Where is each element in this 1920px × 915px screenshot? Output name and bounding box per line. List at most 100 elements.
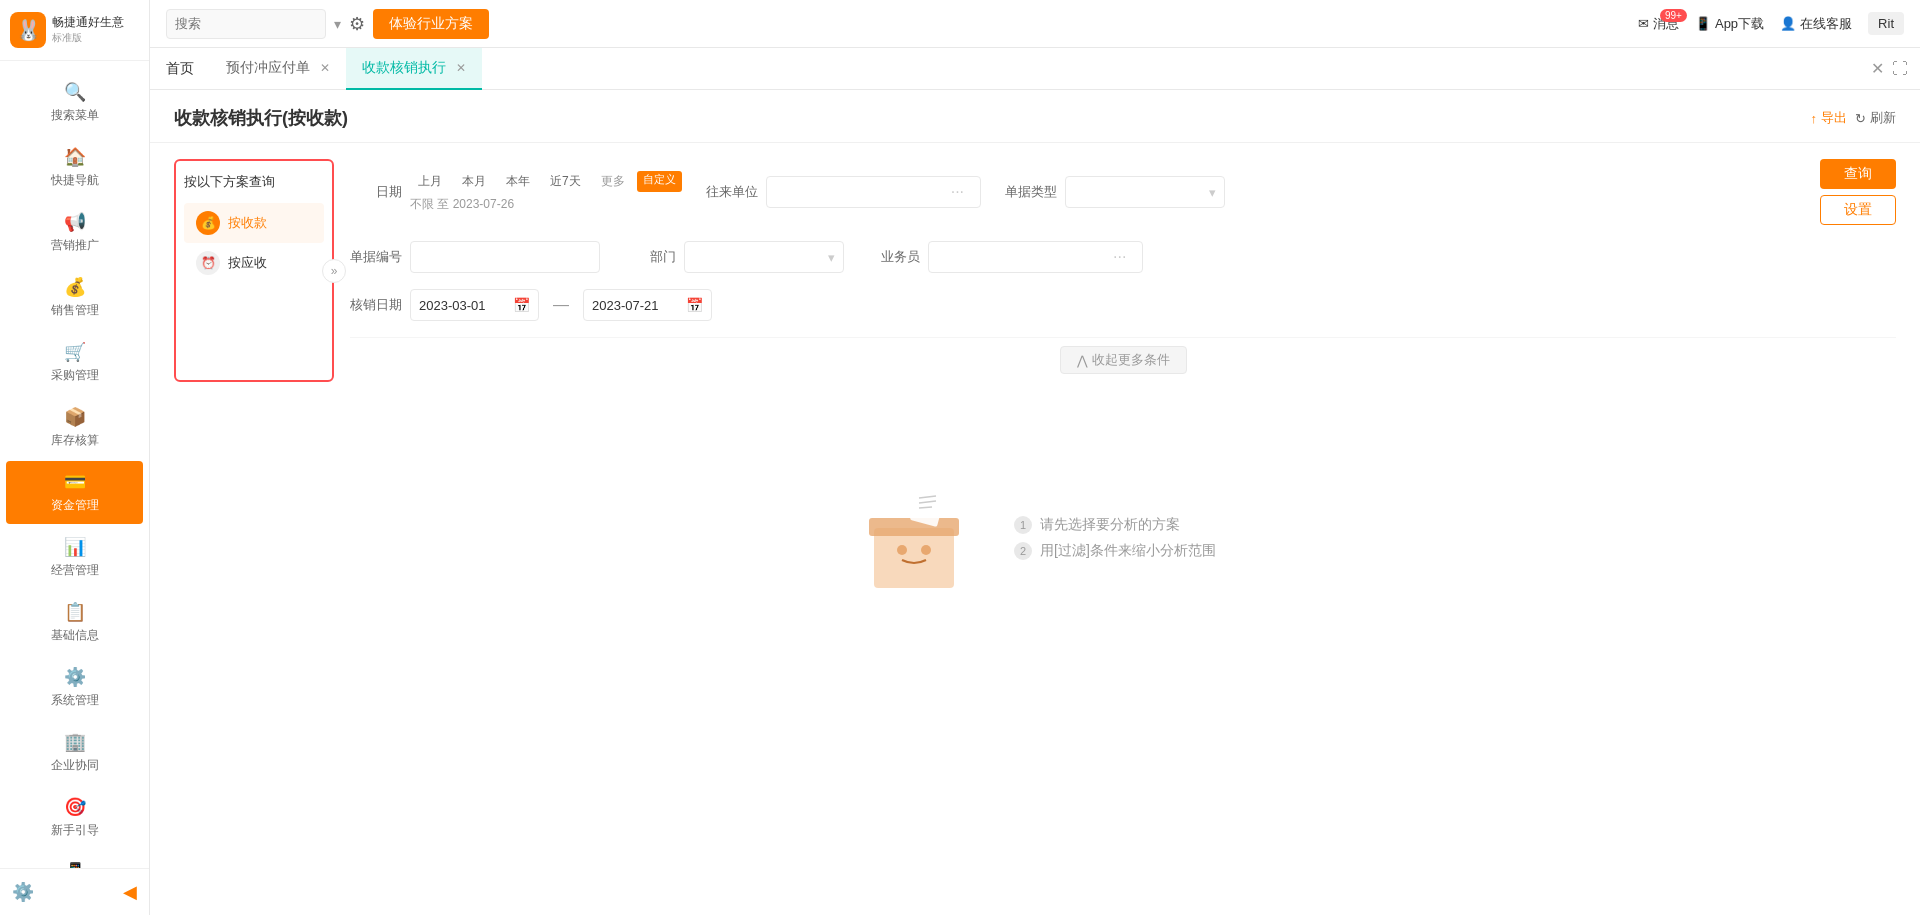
sidebar-item-inventory[interactable]: 📦 库存核算	[6, 396, 143, 459]
doc-type-select[interactable]: ▾	[1065, 176, 1225, 208]
sidebar-item-sales[interactable]: 💰 销售管理	[6, 266, 143, 329]
setting-button[interactable]: 设置	[1820, 195, 1896, 225]
partner-input[interactable]	[775, 185, 943, 200]
tab-prepay-close-icon[interactable]: ✕	[320, 61, 330, 75]
calendar-start-icon[interactable]: 📅	[513, 297, 530, 313]
export-button[interactable]: ↑ 导出	[1811, 109, 1848, 127]
sidebar-item-system[interactable]: ⚙️ 系统管理	[6, 656, 143, 719]
logo-icon: 🐰	[10, 12, 46, 48]
system-icon: ⚙️	[64, 666, 86, 688]
date-tab-7days[interactable]: 近7天	[542, 171, 589, 192]
dropdown-chevron-icon[interactable]: ▾	[334, 16, 341, 32]
filter-row-2: 单据编号 部门 ▾ 业务员	[350, 241, 1896, 273]
date-tab-more[interactable]: 更多	[593, 171, 633, 192]
date-tabs: 上月 本月 本年 近7天 更多 自定义	[410, 171, 682, 192]
filter-option-by-receivable[interactable]: ⏰ 按应收	[184, 243, 324, 283]
partner-more-icon[interactable]: ···	[943, 183, 972, 201]
app-download-button[interactable]: 📱 App下载	[1695, 15, 1764, 33]
staff-more-icon[interactable]: ···	[1105, 248, 1134, 266]
date-custom-badge[interactable]: 自定义	[637, 171, 682, 192]
staff-label: 业务员	[868, 248, 920, 266]
sidebar-item-hardware[interactable]: 📱 智能硬件	[6, 851, 143, 868]
home-icon: 🏠	[64, 146, 86, 168]
sidebar-item-marketing[interactable]: 📢 营销推广	[6, 201, 143, 264]
verify-date-end-wrap: 📅	[583, 289, 712, 321]
app-download-label: App下载	[1715, 15, 1764, 33]
industry-solution-button[interactable]: 体验行业方案	[373, 9, 489, 39]
sidebar-item-purchase[interactable]: 🛒 采购管理	[6, 331, 143, 394]
date-label: 日期	[350, 183, 402, 201]
online-service-button[interactable]: 👤 在线客服	[1780, 15, 1852, 33]
purchase-icon: 🛒	[64, 341, 86, 363]
empty-hint-2: 2 用[过滤]条件来缩小分析范围	[1014, 542, 1216, 560]
calendar-end-icon[interactable]: 📅	[686, 297, 703, 313]
verify-date-end-input[interactable]	[592, 298, 682, 313]
tab-prepay[interactable]: 预付冲应付单 ✕	[210, 48, 346, 90]
topbar-left: ▾ ⚙ 体验行业方案	[166, 9, 1626, 39]
sidebar-item-operation[interactable]: 📊 经营管理	[6, 526, 143, 589]
date-tab-this-month[interactable]: 本月	[454, 171, 494, 192]
tab-home[interactable]: 首页	[150, 48, 210, 90]
service-icon: 👤	[1780, 16, 1796, 31]
settings-icon[interactable]: ⚙️	[12, 881, 34, 903]
sidebar-item-search[interactable]: 🔍 搜索菜单	[6, 71, 143, 134]
doc-type-field: 单据类型 ▾	[1005, 176, 1225, 208]
filter-row-3: 核销日期 📅 — 📅	[350, 289, 1896, 321]
collapse-sidebar-btn[interactable]: ◀	[123, 881, 137, 903]
inventory-icon: 📦	[64, 406, 86, 428]
dept-select[interactable]: ▾	[684, 241, 844, 273]
step-1-icon: 1	[1014, 516, 1032, 534]
doc-type-label: 单据类型	[1005, 183, 1057, 201]
staff-input[interactable]	[937, 250, 1105, 265]
page-header: 收款核销执行(按收款) ↑ 导出 ↻ 刷新	[150, 90, 1920, 143]
collapse-more-row: ⋀ 收起更多条件	[350, 337, 1896, 382]
date-tab-last-month[interactable]: 上月	[410, 171, 450, 192]
verify-date-start-input[interactable]	[419, 298, 509, 313]
marketing-icon: 📢	[64, 211, 86, 233]
receipt-icon: 💰	[196, 211, 220, 235]
filter-option-receipt-label: 按收款	[228, 214, 267, 232]
verify-date-label: 核销日期	[350, 296, 402, 314]
step-2-icon: 2	[1014, 542, 1032, 560]
receivable-icon: ⏰	[196, 251, 220, 275]
filter-option-receivable-label: 按应收	[228, 254, 267, 272]
phone-icon: 📱	[1695, 16, 1711, 31]
guide-icon: 🎯	[64, 796, 86, 818]
date-field: 日期 上月 本月 本年 近7天 更多 自定义 不限 至	[350, 171, 682, 213]
doc-no-field: 单据编号	[350, 241, 600, 273]
date-tab-this-year[interactable]: 本年	[498, 171, 538, 192]
filter-option-by-receipt[interactable]: 💰 按收款	[184, 203, 324, 243]
tab-collection-label: 收款核销执行	[362, 59, 446, 77]
partner-field: 往来单位 ···	[706, 176, 981, 208]
collab-icon: 🏢	[64, 731, 86, 753]
sidebar-item-guide[interactable]: 🎯 新手引导	[6, 786, 143, 849]
empty-state: 1 请先选择要分析的方案 2 用[过滤]条件来缩小分析范围	[150, 398, 1920, 678]
tabbar-actions: ✕ ⛶	[1871, 59, 1920, 78]
query-button[interactable]: 查询	[1820, 159, 1896, 189]
gear-icon[interactable]: ⚙	[349, 13, 365, 35]
date-unlimited-label: 不限 至 2023-07-26	[410, 196, 682, 213]
collapse-filter-button[interactable]: »	[322, 259, 346, 283]
user-profile[interactable]: Rit	[1868, 12, 1904, 35]
tab-collection-close-icon[interactable]: ✕	[456, 61, 466, 75]
tab-collection[interactable]: 收款核销执行 ✕	[346, 48, 482, 90]
sidebar-bottom: ⚙️ ◀	[0, 868, 149, 915]
empty-svg	[854, 478, 974, 598]
message-button[interactable]: ✉ 消息 99+	[1638, 15, 1679, 33]
username: Rit	[1878, 16, 1894, 31]
operation-icon: 📊	[64, 536, 86, 558]
filter-scheme-panel: 按以下方案查询 💰 按收款 ⏰ 按应收 »	[174, 159, 334, 382]
close-tab-icon[interactable]: ✕	[1871, 59, 1884, 78]
sidebar-item-finance[interactable]: 💳 资金管理	[6, 461, 143, 524]
staff-field: 业务员 ···	[868, 241, 1143, 273]
doc-no-input[interactable]	[410, 241, 600, 273]
sidebar-item-collab[interactable]: 🏢 企业协同	[6, 721, 143, 784]
refresh-button[interactable]: ↻ 刷新	[1855, 109, 1896, 127]
search-input[interactable]	[166, 9, 326, 39]
collapse-more-button[interactable]: ⋀ 收起更多条件	[1060, 346, 1187, 374]
sidebar-item-basic[interactable]: 📋 基础信息	[6, 591, 143, 654]
export-icon: ↑	[1811, 111, 1818, 126]
expand-icon[interactable]: ⛶	[1892, 60, 1908, 78]
refresh-icon: ↻	[1855, 111, 1866, 126]
sidebar-item-shortcut[interactable]: 🏠 快捷导航	[6, 136, 143, 199]
